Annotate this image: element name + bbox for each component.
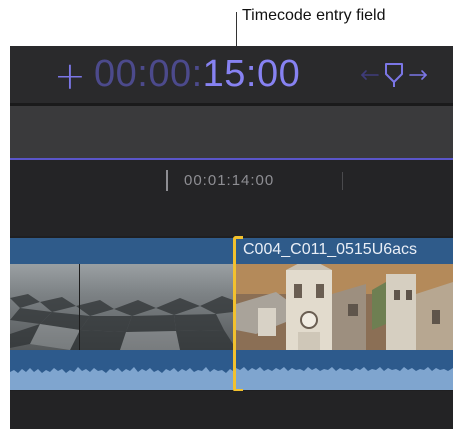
timeline-empty-lane bbox=[10, 391, 453, 429]
timecode-entry-field[interactable]: 00:00:15:00 bbox=[94, 53, 301, 96]
timeline-ruler: 00:01:14:00 bbox=[10, 160, 453, 236]
clip-thumbnail-architecture bbox=[236, 264, 453, 350]
clip-header bbox=[10, 238, 233, 264]
timecode-toolbar: + 00:00:15:00 bbox=[10, 46, 453, 103]
thumbnail-divider bbox=[79, 264, 80, 350]
callout-label: Timecode entry field bbox=[242, 7, 386, 24]
callout-line bbox=[236, 12, 237, 46]
timecode-active-digits: 15:00 bbox=[202, 53, 301, 95]
clip-audio-waveform bbox=[10, 350, 233, 390]
timecode-dim-digits: 00:00: bbox=[94, 53, 203, 95]
ruler-timecode: 00:01:14:00 bbox=[184, 172, 275, 189]
playhead-arrows-icon[interactable] bbox=[360, 60, 432, 88]
primary-storyline: C004_C011_0515U6acs bbox=[10, 236, 453, 392]
clip-name: C004_C011_0515U6acs bbox=[243, 241, 418, 258]
timeline-app: + 00:00:15:00 00:01:14:00 C004_C011_0515… bbox=[10, 46, 453, 429]
header-band bbox=[10, 106, 453, 158]
screenshot-stage: Timecode entry field + 00:00:15:00 00:01… bbox=[0, 0, 453, 429]
ruler-tick bbox=[342, 172, 343, 190]
video-clip[interactable] bbox=[10, 238, 233, 390]
clip-audio-waveform bbox=[236, 350, 453, 390]
clip-header: C004_C011_0515U6acs bbox=[236, 238, 453, 264]
video-clip[interactable]: C004_C011_0515U6acs bbox=[236, 238, 453, 390]
edit-point-bracket[interactable] bbox=[233, 236, 243, 392]
clip-thumbnail-checkerboard bbox=[10, 264, 233, 350]
ruler-tick bbox=[166, 170, 168, 191]
plus-icon[interactable]: + bbox=[54, 57, 86, 95]
